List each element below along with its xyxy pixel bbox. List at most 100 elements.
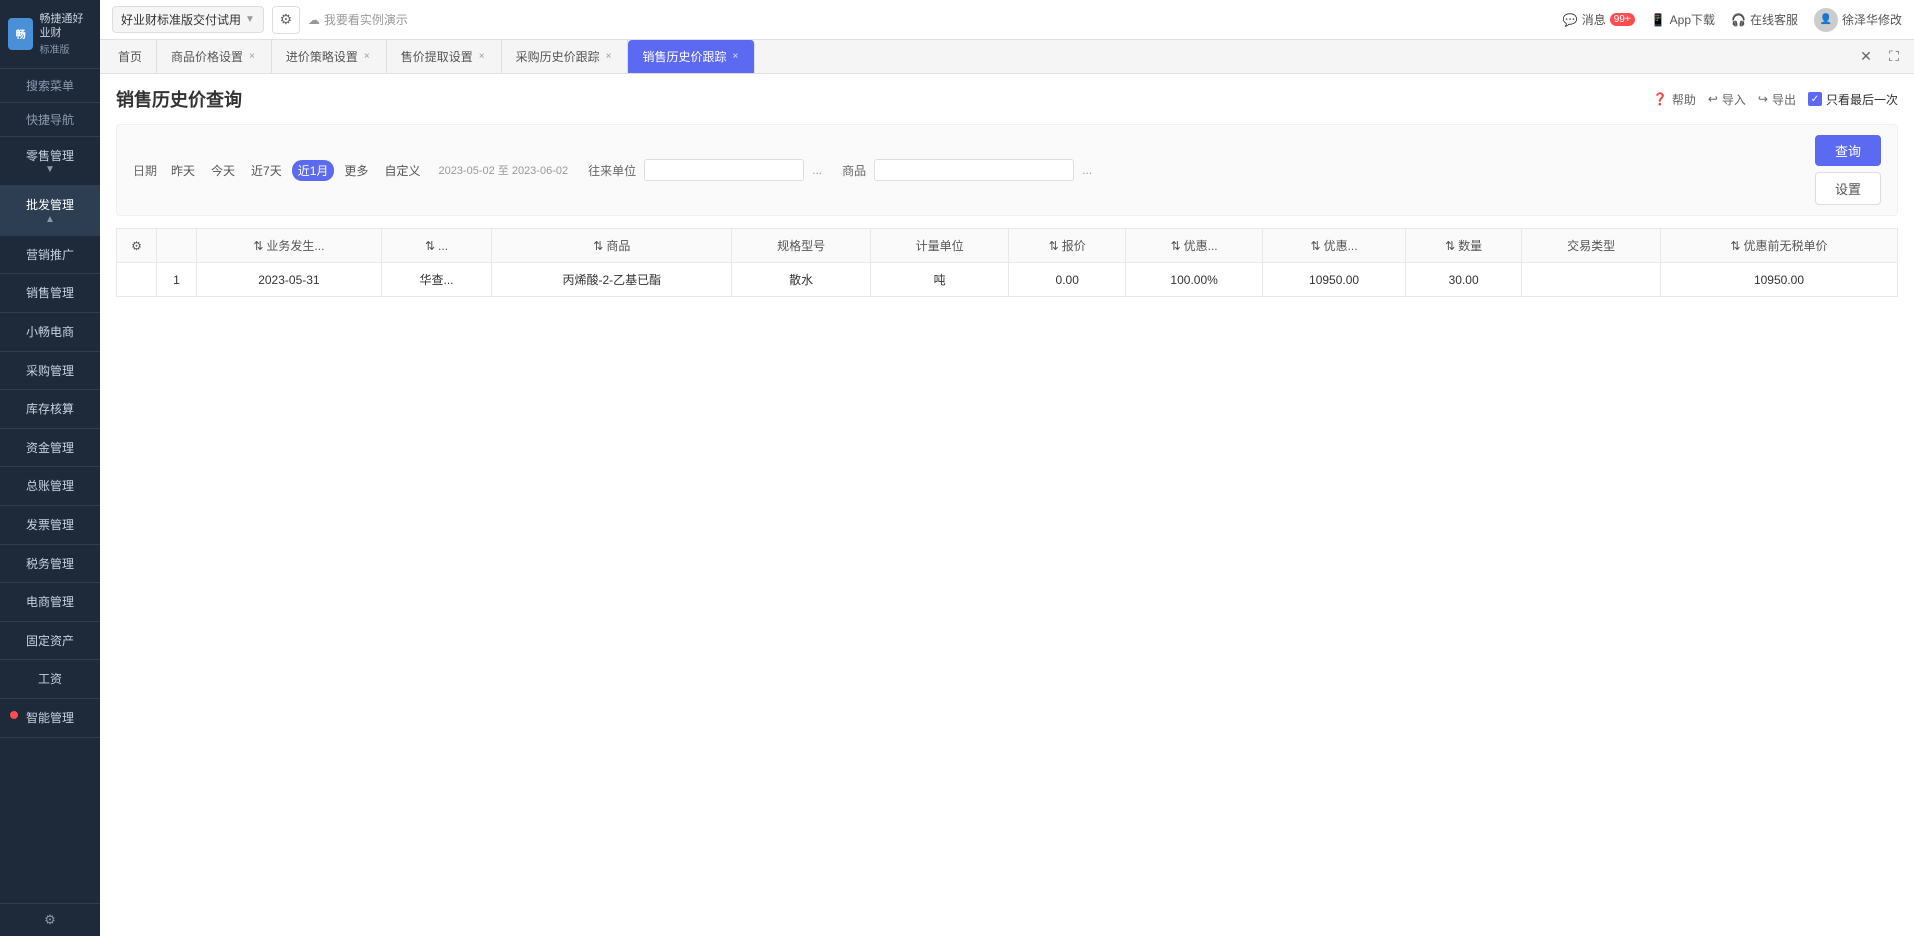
col-more[interactable]: ⇅ ...: [381, 229, 491, 263]
sidebar-item-invoice[interactable]: 发票管理: [0, 506, 100, 545]
customer-input[interactable]: [644, 159, 804, 181]
import-icon: ↩: [1708, 92, 1718, 106]
date-filter-group: 日期 昨天 今天 近7天 近1月 更多 自定义 2023-05-02 至 202…: [133, 160, 568, 181]
sort-asc-icon: ⇅: [593, 239, 603, 253]
tab-close-window-button[interactable]: ✕: [1854, 45, 1878, 69]
sidebar-item-smart[interactable]: 智能管理: [0, 699, 100, 738]
tab-purchase-history[interactable]: 采购历史价跟踪 ×: [502, 40, 629, 73]
page-title: 销售历史价查询: [116, 86, 242, 112]
sidebar: 畅 畅捷通好业财 标准版 搜索菜单 快捷导航 零售管理 ▼ 批发管理 ▲ 营销推…: [0, 0, 100, 936]
date-opt-more[interactable]: 更多: [338, 160, 374, 181]
top-bar-right: 💬 消息 99+ 📱 App下载 🎧 在线客服 👤 徐泽华修改: [1563, 8, 1902, 32]
sidebar-item-inventory[interactable]: 库存核算: [0, 390, 100, 429]
tab-maximize-button[interactable]: ⛶: [1882, 45, 1906, 69]
cell-row-action: [117, 263, 157, 297]
tabs-actions: ✕ ⛶: [1854, 45, 1910, 69]
online-service-button[interactable]: 🎧 在线客服: [1731, 11, 1798, 28]
demo-link[interactable]: ☁ 我要看实例演示: [308, 11, 408, 28]
app-download-button[interactable]: 📱 App下载: [1651, 11, 1715, 28]
tabs-bar: 首页 商品价格设置 × 进价策略设置 × 售价提取设置 × 采购历史价跟踪 × …: [100, 40, 1914, 74]
app-logo: 畅 畅捷通好业财 标准版: [0, 0, 100, 69]
sidebar-item-assets[interactable]: 固定资产: [0, 622, 100, 661]
date-opt-last7[interactable]: 近7天: [245, 160, 288, 181]
sidebar-item-ecommerce[interactable]: 电商管理: [0, 583, 100, 622]
tab-price[interactable]: 商品价格设置 ×: [157, 40, 272, 73]
tab-close-purchase-strategy[interactable]: ×: [362, 51, 372, 62]
sidebar-quick-nav[interactable]: 快捷导航: [0, 103, 100, 137]
col-date[interactable]: ⇅ 业务发生...: [197, 229, 382, 263]
only-last-checkbox[interactable]: ✓ 只看最后一次: [1808, 91, 1898, 108]
col-index: [157, 229, 197, 263]
workspace-arrow-icon: ▼: [245, 14, 255, 25]
sidebar-item-payroll[interactable]: 工资: [0, 660, 100, 699]
col-gear[interactable]: ⚙: [117, 229, 157, 263]
col-txtype: 交易类型: [1522, 229, 1661, 263]
col-discount2[interactable]: ⇅ 优惠...: [1263, 229, 1406, 263]
user-profile-button[interactable]: 👤 徐泽华修改: [1814, 8, 1902, 32]
col-spec: 规格型号: [732, 229, 871, 263]
messages-button[interactable]: 💬 消息 99+: [1563, 11, 1635, 28]
topbar-settings-button[interactable]: ⚙: [272, 6, 300, 34]
tab-close-price[interactable]: ×: [247, 51, 257, 62]
sidebar-item-tax[interactable]: 税务管理: [0, 545, 100, 584]
cell-more: 华查...: [381, 263, 491, 297]
logo-text: 畅捷通好业财: [39, 12, 92, 41]
col-pretax[interactable]: ⇅ 优惠前无税单价: [1660, 229, 1897, 263]
cell-discount1: 100.00%: [1126, 263, 1263, 297]
phone-icon: 📱: [1651, 13, 1666, 27]
import-button[interactable]: ↩ 导入: [1708, 91, 1746, 108]
cell-qty: 30.00: [1405, 263, 1522, 297]
help-icon: ❓: [1653, 92, 1668, 106]
page-header: 销售历史价查询 ❓ 帮助 ↩ 导入 ↪ 导出 ✓ 只看最后一次: [116, 86, 1898, 112]
col-discount1[interactable]: ⇅ 优惠...: [1126, 229, 1263, 263]
date-label: 日期: [133, 162, 157, 179]
sidebar-item-ecommerce-small[interactable]: 小畅电商: [0, 313, 100, 352]
col-price[interactable]: ⇅ 报价: [1009, 229, 1126, 263]
checkbox-checked-icon: ✓: [1808, 92, 1822, 106]
table-row[interactable]: 1 2023-05-31 华查... 丙烯酸-2-乙基已酯 散水 吨 0.00 …: [117, 263, 1898, 297]
sidebar-item-purchase[interactable]: 采购管理: [0, 352, 100, 391]
tab-close-sale-history[interactable]: ×: [730, 51, 740, 62]
tab-purchase-strategy[interactable]: 进价策略设置 ×: [272, 40, 387, 73]
table-body: 1 2023-05-31 华查... 丙烯酸-2-乙基已酯 散水 吨 0.00 …: [117, 263, 1898, 297]
tab-close-purchase-history[interactable]: ×: [604, 51, 614, 62]
col-product[interactable]: ⇅ 商品: [492, 229, 732, 263]
gear-icon: ⚙: [280, 11, 293, 28]
col-qty[interactable]: ⇅ 数量: [1405, 229, 1522, 263]
cell-discount2: 10950.00: [1263, 263, 1406, 297]
sidebar-item-wholesale[interactable]: 批发管理 ▲: [0, 186, 100, 236]
sidebar-item-accounting[interactable]: 总账管理: [0, 467, 100, 506]
date-opt-today[interactable]: 今天: [205, 160, 241, 181]
tab-close-sale-extract[interactable]: ×: [477, 51, 487, 62]
sidebar-settings[interactable]: ⚙: [0, 903, 100, 936]
cell-date: 2023-05-31: [197, 263, 382, 297]
date-opt-custom[interactable]: 自定义: [378, 160, 426, 181]
cell-product: 丙烯酸-2-乙基已酯: [492, 263, 732, 297]
date-opt-last1m[interactable]: 近1月: [292, 160, 335, 181]
export-button[interactable]: ↪ 导出: [1758, 91, 1796, 108]
sidebar-item-sales[interactable]: 销售管理: [0, 274, 100, 313]
tab-sale-extract[interactable]: 售价提取设置 ×: [387, 40, 502, 73]
tab-home[interactable]: 首页: [104, 40, 157, 73]
query-button[interactable]: 查询: [1815, 135, 1881, 166]
settings-button[interactable]: 设置: [1815, 172, 1881, 205]
avatar: 👤: [1814, 8, 1838, 32]
cell-unit: 吨: [870, 263, 1009, 297]
gear-icon: ⚙: [131, 239, 142, 253]
product-dots[interactable]: ...: [1082, 163, 1092, 177]
sort-icon: ⇅: [1171, 239, 1181, 253]
customer-dots[interactable]: ...: [812, 163, 822, 177]
tab-sale-history[interactable]: 销售历史价跟踪 ×: [628, 40, 755, 73]
sidebar-item-finance[interactable]: 资金管理: [0, 429, 100, 468]
product-input[interactable]: [874, 159, 1074, 181]
date-opt-yesterday[interactable]: 昨天: [165, 160, 201, 181]
sidebar-search[interactable]: 搜索菜单: [0, 69, 100, 103]
top-bar: 好业财标准版交付试用 ▼ ⚙ ☁ 我要看实例演示 💬 消息 99+ 📱 App下…: [100, 0, 1914, 40]
help-button[interactable]: ❓ 帮助: [1653, 91, 1696, 108]
cell-index: 1: [157, 263, 197, 297]
sidebar-item-retail[interactable]: 零售管理 ▼: [0, 137, 100, 187]
sort-icon: ⇅: [1730, 239, 1740, 253]
workspace-selector[interactable]: 好业财标准版交付试用 ▼: [112, 6, 264, 33]
sidebar-item-marketing[interactable]: 营销推广: [0, 236, 100, 275]
customer-label: 往来单位: [588, 162, 636, 179]
